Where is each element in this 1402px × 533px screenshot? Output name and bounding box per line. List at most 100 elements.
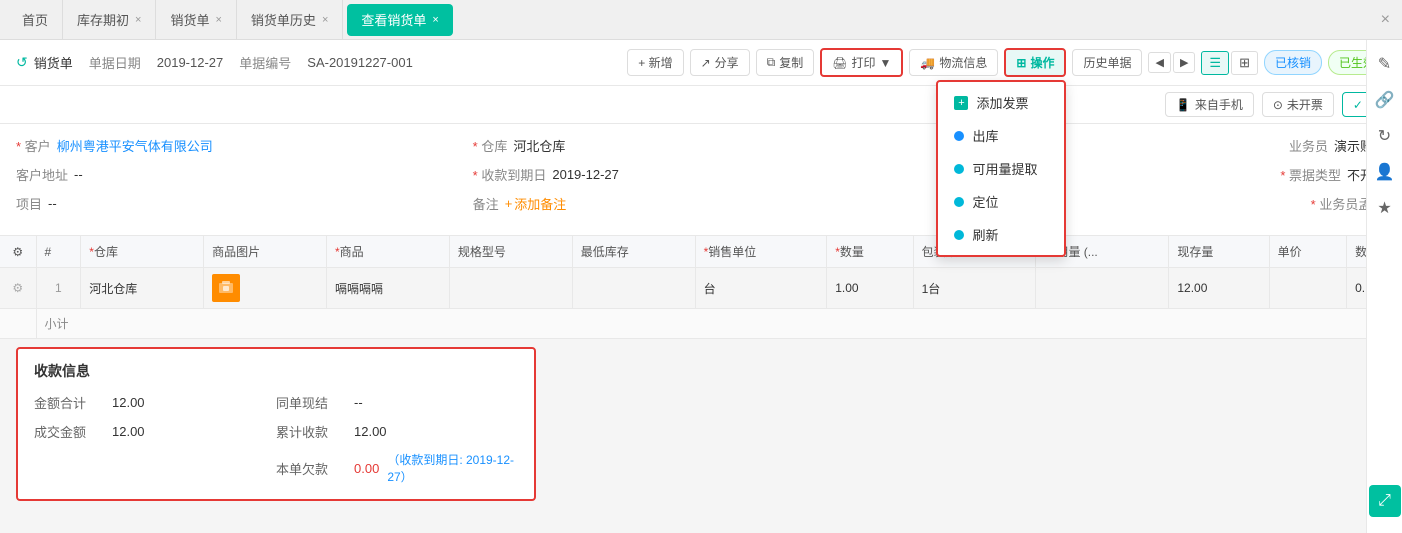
remark-add-label: 添加备注: [514, 194, 566, 213]
subtotal-gear: [0, 309, 36, 339]
payment-grid: 金额合计 12.00 同单现结 -- 成交金额 12.00 累计收款 12.00…: [34, 391, 518, 487]
col-qty: *数量: [827, 236, 913, 268]
col-stock: 现存量: [1169, 236, 1269, 268]
subtotal-label: 小计: [36, 309, 1402, 339]
owed-row: 本单欠款 0.00 （收款到期日: 2019-12-27）: [276, 449, 518, 487]
remark-add-icon: +: [505, 196, 513, 211]
number-label: 单据编号: [239, 53, 291, 72]
add-invoice-label: 添加发票: [976, 93, 1028, 112]
customer-label: 客户: [16, 136, 51, 155]
tab-home[interactable]: 首页: [8, 0, 63, 40]
payment-date-label: 收款到期日: [473, 165, 547, 184]
logistics-button[interactable]: 🚚 物流信息: [909, 49, 998, 76]
sidebar-rotate-icon[interactable]: ↻: [1369, 120, 1401, 152]
tab-sales[interactable]: 销货单 ×: [156, 0, 236, 40]
project-value: --: [48, 196, 57, 211]
deal-amount-label: 成交金额: [34, 422, 104, 441]
tab-inventory[interactable]: 库存期初 ×: [63, 0, 156, 40]
not-invoiced-chip[interactable]: ⊙ 未开票: [1262, 92, 1334, 117]
share-label: 分享: [715, 54, 739, 71]
row-pack-qty: 1台: [913, 268, 1036, 309]
col-product-img: 商品图片: [204, 236, 327, 268]
sidebar-person-icon[interactable]: 👤: [1369, 156, 1401, 188]
owed-value: 0.00: [354, 461, 379, 476]
tab-inventory-close[interactable]: ×: [135, 14, 141, 26]
tab-sales-history-label: 销货单历史: [251, 10, 316, 29]
col-gear[interactable]: ⚙: [0, 236, 36, 268]
form-row-2: 客户地址 -- 收款到期日 2019-12-27 票据类型 不开票: [16, 165, 1386, 184]
out-warehouse-label: 出库: [972, 126, 998, 145]
share-button[interactable]: ↗ 分享: [690, 49, 750, 76]
date-value: 2019-12-27: [157, 55, 224, 70]
cumulative-row: 累计收款 12.00: [276, 420, 518, 443]
warehouse-label: 仓库: [473, 136, 508, 155]
form-row-3: 项目 -- 备注 + 添加备注 业务员孟 --: [16, 194, 1386, 213]
from-phone-label: 来自手机: [1195, 96, 1243, 113]
row-stock: 12.00: [1169, 268, 1269, 309]
operation-button[interactable]: ⊞ 操作: [1004, 48, 1066, 77]
owed-note: （收款到期日: 2019-12-27）: [387, 451, 518, 485]
copy-label: 复制: [779, 54, 803, 71]
address-value: --: [74, 167, 83, 182]
row-price: [1269, 268, 1347, 309]
menu-out-warehouse[interactable]: 出库: [938, 119, 1064, 152]
tab-view-sales[interactable]: 查看销货单 ×: [347, 4, 452, 36]
list-view-button[interactable]: ☰: [1201, 51, 1229, 75]
next-button[interactable]: ▶: [1173, 52, 1195, 73]
row-qty: 1.00: [827, 268, 913, 309]
warehouse-field: 仓库 河北仓库: [473, 136, 930, 155]
not-invoiced-label: 未开票: [1287, 96, 1323, 113]
prev-button[interactable]: ◀: [1148, 52, 1170, 73]
logistics-label: 物流信息: [939, 54, 987, 71]
tab-sales-history[interactable]: 销货单历史 ×: [237, 0, 343, 40]
tab-sales-close[interactable]: ×: [215, 14, 221, 26]
project-label: 项目: [16, 194, 42, 213]
from-phone-chip[interactable]: 📱 来自手机: [1165, 92, 1254, 117]
close-main-button[interactable]: ×: [1381, 11, 1390, 29]
grid-view-button[interactable]: ⊞: [1231, 51, 1258, 75]
action-chips: 📱 来自手机 ⊙ 未开票 ✓ E: [1165, 92, 1386, 117]
remark-label: 备注: [473, 194, 499, 213]
payment-title: 收款信息: [34, 361, 518, 381]
history-button[interactable]: 历史单据: [1072, 49, 1142, 76]
row-spec: [449, 268, 572, 309]
add-invoice-icon: +: [954, 96, 968, 110]
menu-locate[interactable]: 定位: [938, 185, 1064, 218]
product-table-wrapper: ⚙ # *仓库 商品图片 *商品 规格型号 最低库存 *销售单位 *数量 包装数…: [0, 235, 1402, 339]
sidebar-star-icon[interactable]: ★: [1369, 192, 1401, 224]
customer-value[interactable]: 柳州粤港平安气体有限公司: [57, 136, 213, 155]
menu-available-qty[interactable]: 可用量提取: [938, 152, 1064, 185]
remark-field: 备注 + 添加备注: [473, 194, 930, 213]
tab-bar: 首页 库存期初 × 销货单 × 销货单历史 × 查看销货单 × ×: [0, 0, 1402, 40]
doc-title-icon: ↺: [16, 54, 28, 71]
remark-add-button[interactable]: + 添加备注: [505, 194, 567, 213]
confirm-icon: ✓: [1353, 98, 1363, 112]
row-gear[interactable]: ⚙: [0, 268, 36, 309]
locate-icon: [954, 197, 964, 207]
table-row: ⚙ 1 河北仓库 嗝嗝嗝嗝: [0, 268, 1402, 309]
tab-sales-history-close[interactable]: ×: [322, 14, 328, 26]
tab-view-sales-close[interactable]: ×: [432, 14, 438, 26]
payment-section: 收款信息 金额合计 12.00 同单现结 -- 成交金额 12.00 累计收款 …: [16, 347, 536, 501]
tab-view-sales-label: 查看销货单: [361, 10, 426, 29]
nav-arrows: ◀ ▶: [1148, 52, 1195, 73]
new-button[interactable]: + 新增: [627, 49, 683, 76]
customer-field: 客户 柳州粤港平安气体有限公司: [16, 136, 473, 155]
same-order-row: 同单现结 --: [276, 391, 518, 414]
print-button[interactable]: 🖨 打印 ▼: [820, 48, 903, 77]
col-spec: 规格型号: [449, 236, 572, 268]
sold-badge: 已核销: [1264, 50, 1322, 75]
col-min-stock: 最低库存: [572, 236, 695, 268]
new-label: + 新增: [638, 54, 672, 71]
menu-add-invoice[interactable]: + 添加发票: [938, 86, 1064, 119]
copy-icon: ⧉: [767, 55, 776, 70]
sidebar-link-icon[interactable]: 🔗: [1369, 84, 1401, 116]
sidebar-edit-icon[interactable]: ✎: [1369, 48, 1401, 80]
copy-button[interactable]: ⧉ 复制: [756, 49, 815, 76]
sidebar-expand-icon[interactable]: ⤢: [1369, 485, 1401, 517]
invoice-icon: ⊙: [1273, 98, 1283, 112]
owed-label: 本单欠款: [276, 459, 346, 478]
product-image: [212, 274, 240, 302]
menu-refresh[interactable]: 刷新: [938, 218, 1064, 251]
print-arrow: ▼: [880, 56, 892, 70]
